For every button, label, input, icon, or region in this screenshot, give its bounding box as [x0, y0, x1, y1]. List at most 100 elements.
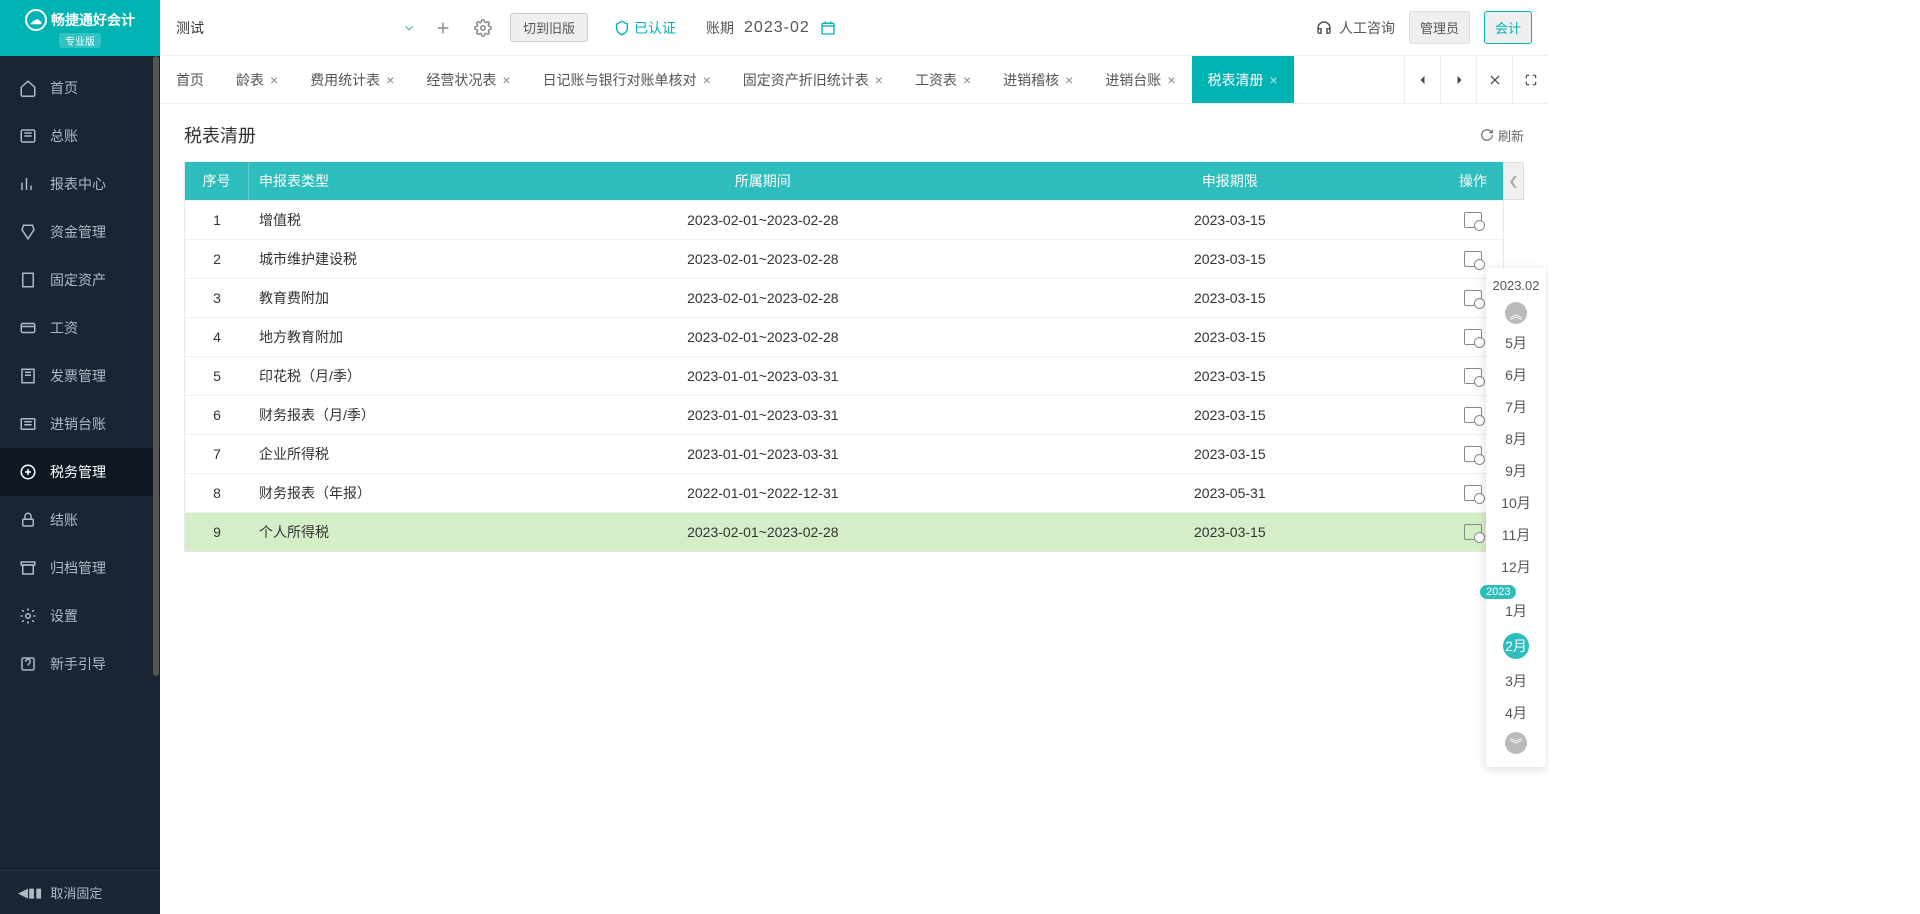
switch-old-version-button[interactable]: 切到旧版 — [510, 13, 588, 42]
th-index: 序号 — [185, 162, 249, 200]
card-icon — [18, 318, 38, 338]
view-detail-icon[interactable] — [1464, 212, 1482, 228]
tab-tax-register[interactable]: 税表清册× — [1192, 56, 1294, 103]
table-row[interactable]: 7企业所得税2023-01-01~2023-03-312023-03-15 — [185, 434, 1503, 473]
brand-logo[interactable]: ☁ 畅捷通好会计 专业版 — [0, 0, 160, 56]
month-option[interactable]: 9月 — [1501, 455, 1531, 487]
company-selector[interactable]: 测试 — [176, 18, 416, 38]
view-detail-icon[interactable] — [1464, 368, 1482, 384]
close-icon[interactable]: × — [1167, 72, 1175, 88]
tab-payroll[interactable]: 工资表× — [899, 56, 987, 103]
tab-label: 日记账与银行对账单核对 — [543, 70, 697, 90]
close-icon[interactable]: × — [1065, 72, 1073, 88]
month-option[interactable]: 11月 — [1501, 519, 1531, 551]
close-icon[interactable]: × — [875, 72, 883, 88]
sidebar-item-closing[interactable]: 结账 — [0, 496, 160, 544]
settings-top-button[interactable] — [470, 15, 496, 41]
sidebar-item-funds[interactable]: 资金管理 — [0, 208, 160, 256]
sidebar-item-home[interactable]: 首页 — [0, 64, 160, 112]
cell-index: 4 — [185, 318, 249, 356]
table-row[interactable]: 2城市维护建设税2023-02-01~2023-02-282023-03-15 — [185, 239, 1503, 278]
sidebar-item-archive[interactable]: 归档管理 — [0, 544, 160, 592]
tab-expense[interactable]: 费用统计表× — [294, 56, 410, 103]
month-option[interactable]: 1月 — [1503, 595, 1529, 627]
close-icon[interactable]: × — [270, 72, 278, 88]
sidebar-label: 首页 — [50, 78, 78, 98]
month-option[interactable]: 8月 — [1501, 423, 1531, 455]
month-option[interactable]: 4月 — [1503, 697, 1529, 729]
date-scroll-up[interactable]: ︽ — [1505, 302, 1527, 324]
close-icon[interactable]: × — [703, 72, 711, 88]
view-detail-icon[interactable] — [1464, 407, 1482, 423]
table-row[interactable]: 8财务报表（年报）2022-01-01~2022-12-312023-05-31 — [185, 473, 1503, 512]
month-option[interactable]: 12月 — [1501, 551, 1531, 583]
close-icon[interactable]: × — [963, 72, 971, 88]
tab-journal[interactable]: 日记账与银行对账单核对 × — [527, 56, 727, 103]
ledger-icon — [18, 126, 38, 146]
tab-audit[interactable]: 进销稽核× — [987, 56, 1089, 103]
period-label: 账期 — [706, 18, 734, 38]
sidebar-item-ledger[interactable]: 总账 — [0, 112, 160, 160]
cell-deadline: 2023-03-15 — [1017, 357, 1443, 395]
table-row[interactable]: 4地方教育附加2023-02-01~2023-02-282023-03-15 — [185, 317, 1503, 356]
table-row[interactable]: 6财务报表（月/季）2023-01-01~2023-03-312023-03-1… — [185, 395, 1503, 434]
calendar-icon[interactable] — [820, 20, 836, 36]
tab-depreciation[interactable]: 固定资产折旧统计表× — [727, 56, 899, 103]
table-row[interactable]: 9个人所得税2023-02-01~2023-02-282023-03-15 — [185, 512, 1503, 551]
cell-period: 2023-01-01~2023-03-31 — [509, 396, 1017, 434]
tabs-scroll-right[interactable] — [1440, 56, 1476, 103]
close-icon[interactable]: × — [1270, 72, 1278, 88]
support-button[interactable]: 人工咨询 — [1315, 18, 1395, 38]
view-detail-icon[interactable] — [1464, 251, 1482, 267]
close-icon[interactable]: × — [502, 72, 510, 88]
tab-inventory-ledger[interactable]: 进销台账× — [1089, 56, 1191, 103]
table-row[interactable]: 3教育费附加2023-02-01~2023-02-282023-03-15 — [185, 278, 1503, 317]
tabs-fullscreen[interactable] — [1512, 56, 1548, 103]
cell-index: 6 — [185, 396, 249, 434]
role-admin-button[interactable]: 管理员 — [1409, 11, 1470, 44]
sidebar-item-tax[interactable]: 税务管理 — [0, 448, 160, 496]
view-detail-icon[interactable] — [1464, 290, 1482, 306]
date-scroll-down[interactable]: ︾ — [1505, 732, 1527, 754]
cell-type: 财务报表（年报） — [249, 474, 509, 512]
refresh-button[interactable]: 刷新 — [1480, 126, 1524, 145]
add-button[interactable] — [430, 15, 456, 41]
tabs-bar: 首页 龄表× 费用统计表× 经营状况表× 日记账与银行对账单核对 × 固定资产折旧… — [160, 56, 1548, 104]
view-detail-icon[interactable] — [1464, 446, 1482, 462]
sidebar-item-salary[interactable]: 工资 — [0, 304, 160, 352]
list-icon — [18, 414, 38, 434]
table-row[interactable]: 5印花税（月/季）2023-01-01~2023-03-312023-03-15 — [185, 356, 1503, 395]
shield-icon — [614, 20, 630, 36]
close-icon[interactable]: × — [386, 72, 394, 88]
view-detail-icon[interactable] — [1464, 485, 1482, 501]
sidebar-item-guide[interactable]: 新手引导 — [0, 640, 160, 688]
tabs-scroll-left[interactable] — [1404, 56, 1440, 103]
expand-handle[interactable]: ❮ — [1504, 162, 1524, 200]
month-option[interactable]: 6月 — [1501, 359, 1531, 391]
view-detail-icon[interactable] — [1464, 329, 1482, 345]
tab-business[interactable]: 经营状况表× — [410, 56, 526, 103]
sidebar-pin-toggle[interactable]: ◀▮▮ 取消固定 — [0, 870, 160, 914]
sidebar-item-inventory[interactable]: 进销台账 — [0, 400, 160, 448]
tabs-close-all[interactable] — [1476, 56, 1512, 103]
table-row[interactable]: 1增值税2023-02-01~2023-02-282023-03-15 — [185, 200, 1503, 239]
tab-aging[interactable]: 龄表× — [220, 56, 294, 103]
month-option[interactable]: 2月 — [1503, 627, 1529, 665]
sidebar-item-assets[interactable]: 固定资产 — [0, 256, 160, 304]
sidebar-item-invoice[interactable]: 发票管理 — [0, 352, 160, 400]
cell-period: 2023-02-01~2023-02-28 — [509, 240, 1017, 278]
month-option[interactable]: 3月 — [1503, 665, 1529, 697]
cell-index: 5 — [185, 357, 249, 395]
sidebar-scrollbar[interactable] — [152, 56, 160, 874]
role-accountant-button[interactable]: 会计 — [1484, 11, 1532, 44]
sidebar-item-settings[interactable]: 设置 — [0, 592, 160, 640]
sidebar-item-reports[interactable]: 报表中心 — [0, 160, 160, 208]
chart-icon — [18, 174, 38, 194]
view-detail-icon[interactable] — [1464, 524, 1482, 540]
tab-home[interactable]: 首页 — [160, 56, 220, 103]
sidebar-label: 资金管理 — [50, 222, 106, 242]
month-option[interactable]: 5月 — [1501, 327, 1531, 359]
month-option[interactable]: 10月 — [1501, 487, 1531, 519]
th-deadline: 申报期限 — [1017, 162, 1443, 200]
month-option[interactable]: 7月 — [1501, 391, 1531, 423]
